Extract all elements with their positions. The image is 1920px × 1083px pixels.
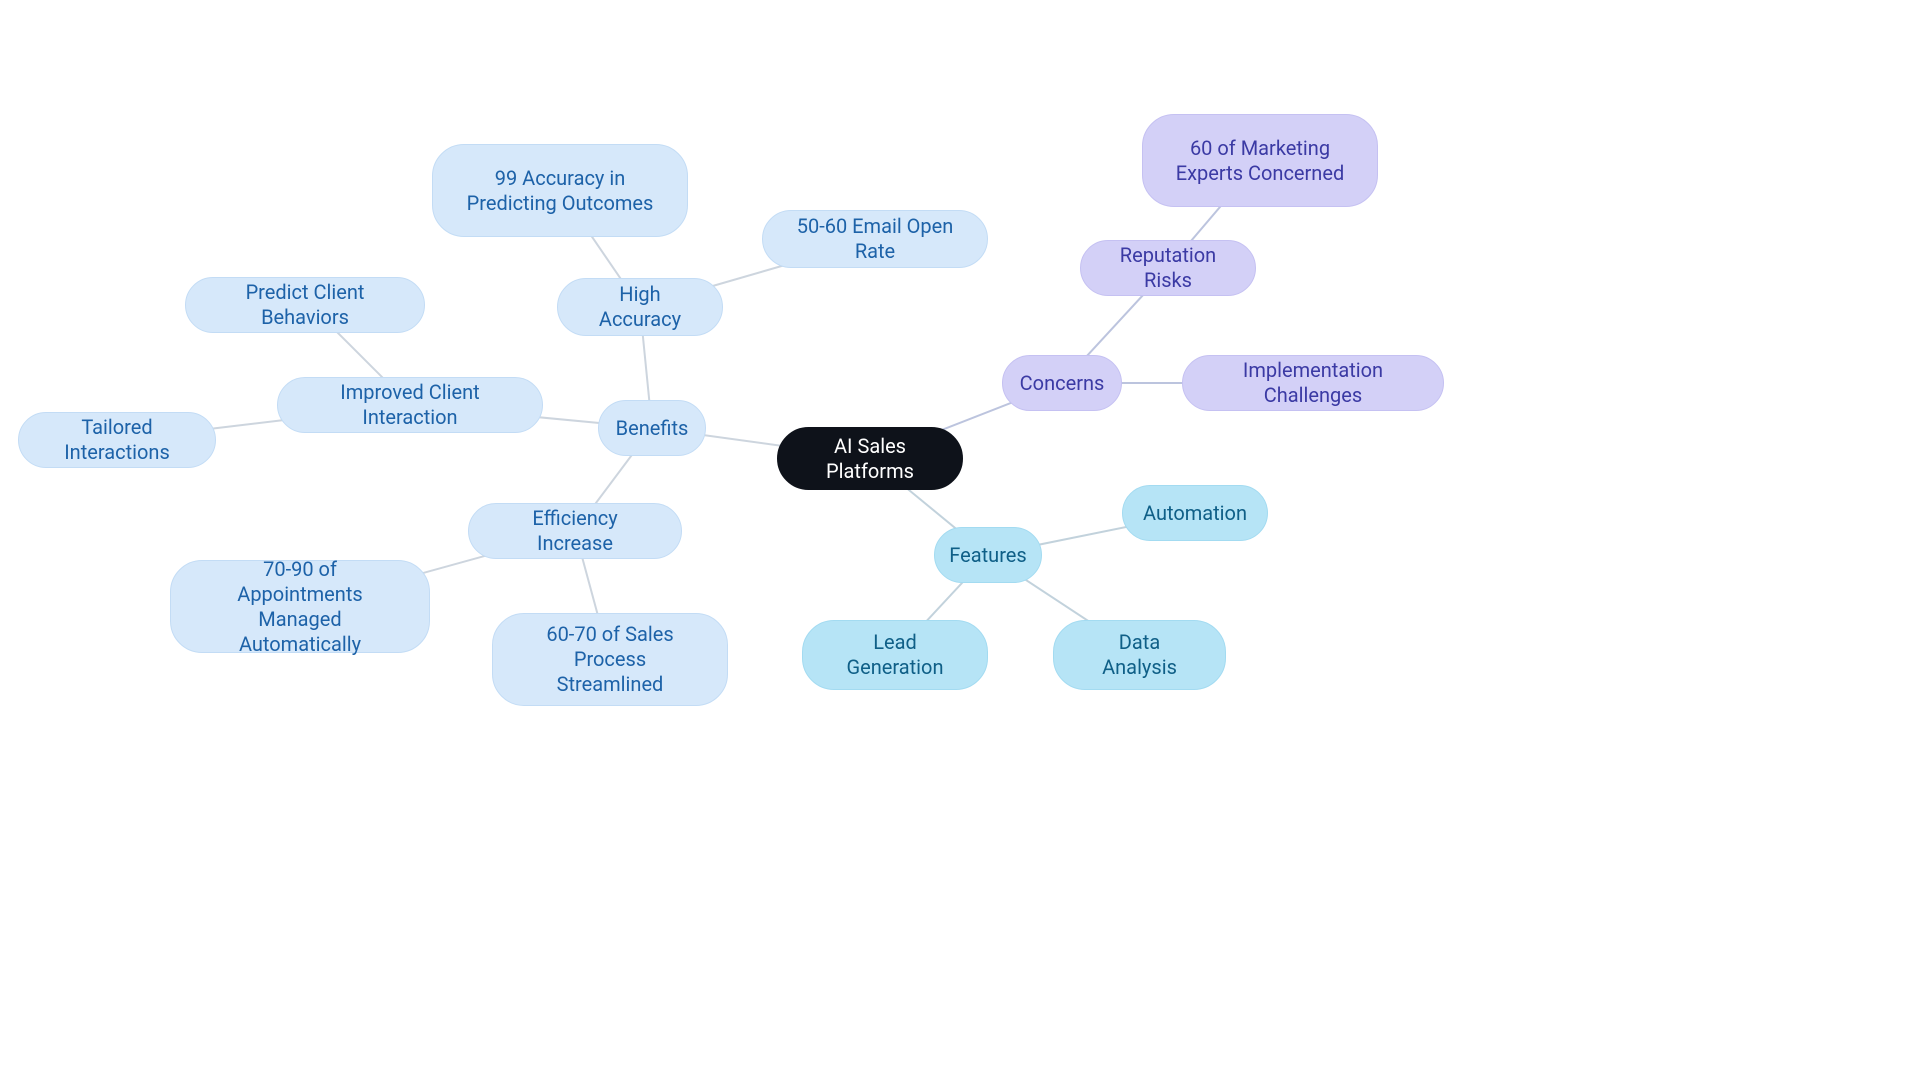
- streamlined-node[interactable]: 60-70 of Sales Process Streamlined: [492, 613, 728, 706]
- reputation-risks-node[interactable]: Reputation Risks: [1080, 240, 1256, 296]
- features-node[interactable]: Features: [934, 527, 1042, 583]
- tailored-interactions-node[interactable]: Tailored Interactions: [18, 412, 216, 468]
- accuracy-99-node[interactable]: 99 Accuracy in Predicting Outcomes: [432, 144, 688, 237]
- implementation-challenges-node[interactable]: Implementation Challenges: [1182, 355, 1444, 411]
- predict-behaviors-node[interactable]: Predict Client Behaviors: [185, 277, 425, 333]
- concerns-node[interactable]: Concerns: [1002, 355, 1122, 411]
- mindmap-canvas: AI Sales Platforms Benefits High Accurac…: [0, 0, 1920, 1083]
- experts-concerned-node[interactable]: 60 of Marketing Experts Concerned: [1142, 114, 1378, 207]
- lead-generation-node[interactable]: Lead Generation: [802, 620, 988, 690]
- high-accuracy-node[interactable]: High Accuracy: [557, 278, 723, 336]
- client-interaction-node[interactable]: Improved Client Interaction: [277, 377, 543, 433]
- open-rate-node[interactable]: 50-60 Email Open Rate: [762, 210, 988, 268]
- efficiency-increase-node[interactable]: Efficiency Increase: [468, 503, 682, 559]
- benefits-node[interactable]: Benefits: [598, 400, 706, 456]
- appointments-node[interactable]: 70-90 of Appointments Managed Automatica…: [170, 560, 430, 653]
- data-analysis-node[interactable]: Data Analysis: [1053, 620, 1226, 690]
- automation-node[interactable]: Automation: [1122, 485, 1268, 541]
- root-node[interactable]: AI Sales Platforms: [777, 427, 963, 490]
